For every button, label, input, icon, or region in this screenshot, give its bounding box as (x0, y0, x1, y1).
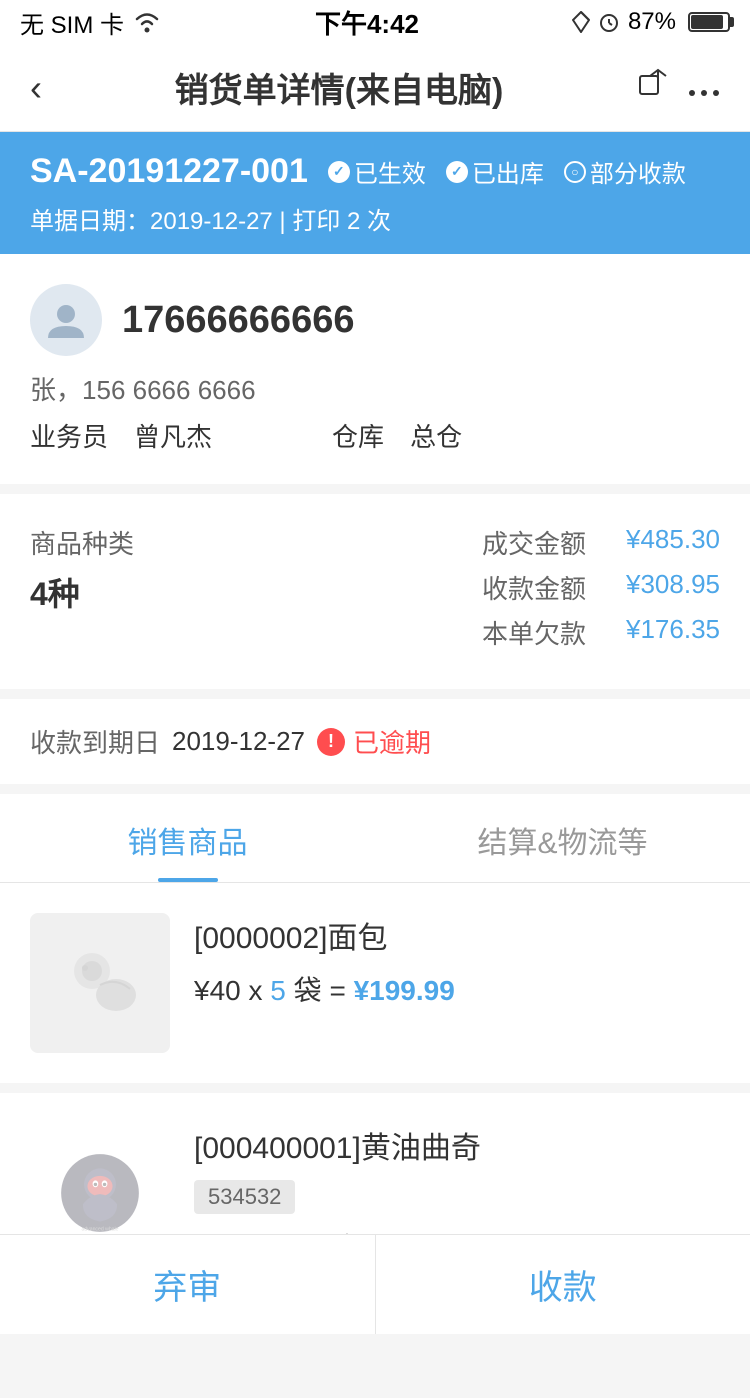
confirm-button[interactable]: 收款 (376, 1235, 750, 1334)
check-icon-1: ✓ (328, 161, 350, 183)
battery-percent: 87% (628, 8, 676, 36)
customer-staff-row: 业务员 曾凡杰 仓库 总仓 (30, 417, 720, 454)
order-header: SA-20191227-001 ✓ 已生效 ✓ 已出库 ○ 部分收款 单据日期：… (0, 132, 750, 254)
debt-amount-label: 本单欠款 (482, 614, 586, 651)
product-qty-1: 5 (270, 975, 286, 1006)
overdue-badge: ! 已逾期 (317, 723, 431, 760)
status-partial-payment: ○ 部分收款 (564, 154, 686, 189)
status-shipped: ✓ 已出库 (446, 154, 544, 189)
cancel-button[interactable]: 弃审 (0, 1235, 376, 1334)
tab-settlement[interactable]: 结算&物流等 (375, 794, 750, 882)
product-image-1 (30, 913, 170, 1053)
product-types-value: 4种 (30, 569, 134, 615)
bottom-bar: 弃审 收款 (0, 1234, 750, 1334)
salesperson-info: 业务员 曾凡杰 (30, 417, 212, 454)
status-activated: ✓ 已生效 (328, 154, 426, 189)
alarm-icon (598, 11, 620, 33)
received-amount-row: 收款金额 ¥308.95 (482, 569, 720, 606)
overdue-icon: ! (317, 728, 345, 756)
deal-amount-row: 成交金额 ¥485.30 (482, 524, 720, 561)
status-badges: ✓ 已生效 ✓ 已出库 ○ 部分收款 (328, 154, 686, 189)
debt-amount-row: 本单欠款 ¥176.35 (482, 614, 720, 651)
clock-icon: ○ (564, 161, 586, 183)
due-section: 收款到期日 2019-12-27 ! 已逾期 (0, 699, 750, 794)
due-date-value: 2019-12-27 (172, 726, 305, 757)
share-icon[interactable] (636, 68, 668, 108)
more-icon[interactable] (688, 69, 720, 106)
svg-text:advanced whale: advanced whale (81, 1227, 118, 1233)
customer-avatar (30, 284, 102, 356)
deal-amount-value: ¥485.30 (626, 524, 720, 561)
product-total-1: ¥199.99 (354, 975, 455, 1006)
warehouse-info: 仓库 总仓 (332, 417, 462, 454)
tabs-section: 销售商品 结算&物流等 (0, 794, 750, 883)
debt-amount-value: ¥176.35 (626, 614, 720, 651)
list-item: [0000002]面包 ¥40 x 5 袋 = ¥199.99 (0, 883, 750, 1083)
nav-bar: ‹ 销货单详情(来自电脑) (0, 44, 750, 132)
customer-phone: 17666666666 (122, 299, 354, 342)
product-info-1: [0000002]面包 ¥40 x 5 袋 = ¥199.99 (194, 913, 720, 1009)
received-amount-value: ¥308.95 (626, 569, 720, 606)
order-id: SA-20191227-001 (30, 152, 308, 191)
order-meta: 单据日期：2019-12-27 | 打印 2 次 (30, 201, 720, 236)
customer-section: 17666666666 张，156 6666 6666 业务员 曾凡杰 仓库 总… (0, 254, 750, 494)
status-bar-time: 下午4:42 (315, 4, 419, 41)
product-types-label: 商品种类 (30, 524, 134, 561)
received-amount-label: 收款金额 (482, 569, 586, 606)
customer-name-phone: 张，156 6666 6666 (30, 370, 720, 407)
battery-icon (688, 12, 730, 32)
nav-actions (636, 68, 720, 108)
product-name-1: [0000002]面包 (194, 913, 720, 957)
product-name-2: [000400001]黄油曲奇 (194, 1123, 720, 1167)
location-icon (572, 11, 590, 33)
wifi-icon (132, 11, 162, 33)
deal-amount-label: 成交金额 (482, 524, 586, 561)
check-icon-2: ✓ (446, 161, 468, 183)
customer-row: 17666666666 (30, 284, 720, 356)
product-types: 商品种类 4种 (30, 524, 134, 615)
status-bar: 无 SIM 卡 下午4:42 87% (0, 0, 750, 44)
back-button[interactable]: ‹ (30, 67, 42, 109)
due-date-label: 收款到期日 (30, 723, 160, 760)
page-title: 销货单详情(来自电脑) (175, 63, 504, 112)
product-price-row-1: ¥40 x 5 袋 = ¥199.99 (194, 969, 720, 1009)
product-sku-2: 534532 (194, 1180, 295, 1214)
status-bar-right: 87% (572, 8, 730, 36)
summary-section: 商品种类 4种 成交金额 ¥485.30 收款金额 ¥308.95 本单欠款 ¥… (0, 494, 750, 699)
summary-row: 商品种类 4种 成交金额 ¥485.30 收款金额 ¥308.95 本单欠款 ¥… (30, 524, 720, 659)
tab-sales-products[interactable]: 销售商品 (0, 794, 375, 882)
overdue-text: 已逾期 (353, 723, 431, 760)
amount-summary: 成交金额 ¥485.30 收款金额 ¥308.95 本单欠款 ¥176.35 (482, 524, 720, 659)
status-bar-left: 无 SIM 卡 (20, 5, 162, 40)
carrier-text: 无 SIM 卡 (20, 5, 124, 40)
